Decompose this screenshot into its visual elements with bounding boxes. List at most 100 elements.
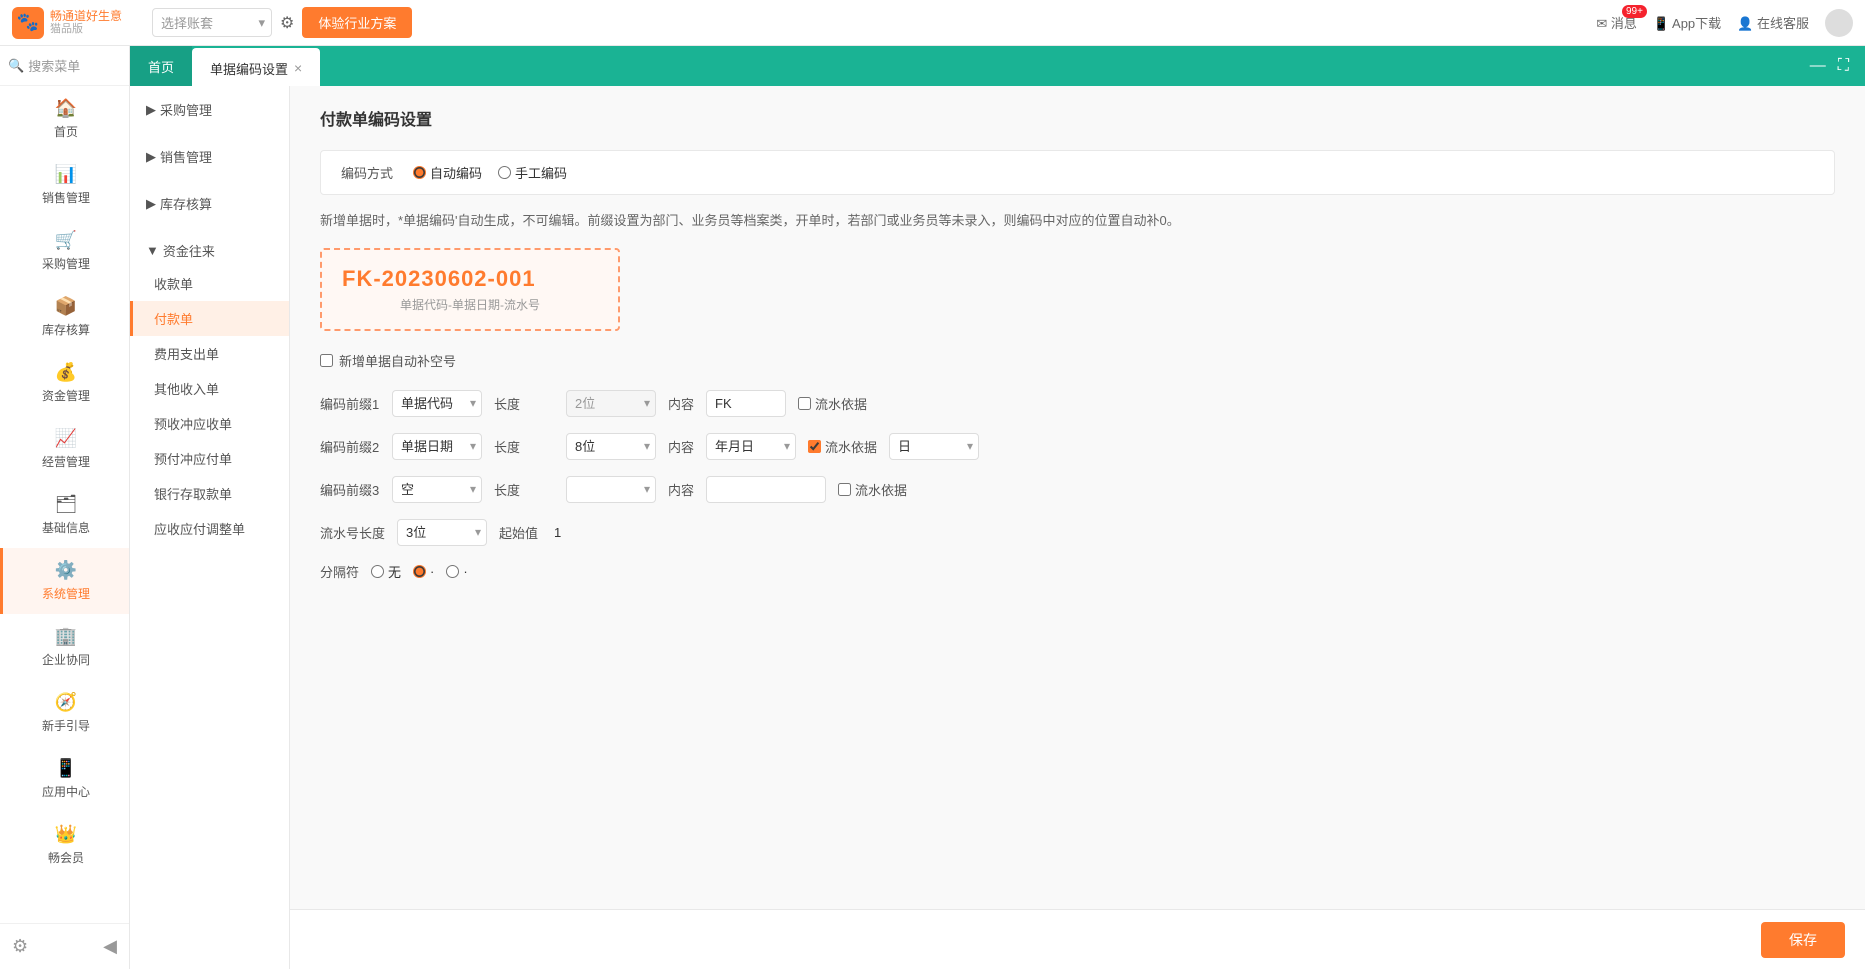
serial-select[interactable]: 3位 4位 5位 bbox=[397, 519, 487, 546]
inventory-icon: 📦 bbox=[55, 296, 77, 317]
tab-encoding-label: 单据编码设置 bbox=[210, 59, 288, 78]
sub-sidebar-item-bank[interactable]: 银行存取款单 bbox=[130, 476, 289, 511]
waterflow1-check[interactable]: 流水依据 bbox=[798, 394, 867, 413]
sub-sidebar-group-title-inventory[interactable]: ▶ 库存核算 bbox=[130, 188, 289, 219]
save-button[interactable]: 保存 bbox=[1761, 922, 1845, 958]
waterflow2-check[interactable]: 流水依据 bbox=[808, 437, 877, 456]
sidebar-item-basic[interactable]: 🗂 基础信息 bbox=[0, 482, 129, 548]
waterflow3-check[interactable]: 流水依据 bbox=[838, 480, 907, 499]
content3-label: 内容 bbox=[668, 480, 694, 499]
auto-fill-checkbox[interactable] bbox=[320, 354, 333, 367]
prefix1-label: 编码前缀1 bbox=[320, 394, 380, 413]
sidebar-collapse-icon[interactable]: ◀ bbox=[103, 936, 117, 957]
sub-sidebar-item-receipt[interactable]: 收款单 bbox=[130, 266, 289, 301]
day-select[interactable]: 日 月 年 bbox=[889, 433, 979, 460]
auto-fill-label: 新增单据自动补空号 bbox=[339, 351, 456, 370]
sub-sidebar-group-title-capital[interactable]: ▼ 资金往来 bbox=[130, 235, 289, 266]
prefix3-select[interactable]: 空 bbox=[392, 476, 482, 503]
sub-sidebar-item-other-income[interactable]: 其他收入单 bbox=[130, 371, 289, 406]
separator-label: 分隔符 bbox=[320, 562, 359, 581]
auto-encode-radio[interactable]: 自动编码 bbox=[413, 163, 482, 182]
tab-maximize-icon[interactable]: ⛶ bbox=[1838, 57, 1849, 75]
sidebar-item-enterprise[interactable]: 🏢 企业协同 bbox=[0, 614, 129, 680]
manual-encode-input[interactable] bbox=[498, 166, 511, 179]
length3-select-wrap bbox=[566, 476, 656, 503]
length3-label: 长度 bbox=[494, 480, 554, 499]
sidebar-item-operations[interactable]: 📈 经营管理 bbox=[0, 416, 129, 482]
chevron-right-icon-inventory: ▶ bbox=[146, 196, 156, 212]
sep-none-input[interactable] bbox=[371, 565, 384, 578]
waterflow1-checkbox[interactable] bbox=[798, 397, 811, 410]
sep-dot2-radio[interactable]: · bbox=[446, 564, 467, 579]
auto-encode-input[interactable] bbox=[413, 166, 426, 179]
waterflow3-checkbox[interactable] bbox=[838, 483, 851, 496]
sidebar-item-label: 系统管理 bbox=[42, 585, 90, 602]
chevron-down-icon-capital: ▼ bbox=[146, 243, 159, 258]
sidebar-item-member[interactable]: 👑 畅会员 bbox=[0, 812, 129, 878]
sub-sidebar-item-payment[interactable]: 付款单 bbox=[130, 301, 289, 336]
avatar[interactable] bbox=[1825, 9, 1853, 37]
service-icon: 👤 bbox=[1737, 16, 1753, 31]
sub-sidebar-item-prepay-pay[interactable]: 预付冲应付单 bbox=[130, 441, 289, 476]
sub-sidebar-item-expense[interactable]: 费用支出单 bbox=[130, 336, 289, 371]
message-icon: ✉ bbox=[1596, 16, 1607, 31]
app-download-btn[interactable]: 📱 App下载 bbox=[1653, 13, 1721, 32]
tab-encoding-settings[interactable]: 单据编码设置 × bbox=[192, 48, 320, 88]
sidebar-item-newguide[interactable]: 🧭 新手引导 bbox=[0, 680, 129, 746]
sidebar-item-appcenter[interactable]: 📱 应用中心 bbox=[0, 746, 129, 812]
sep-none-radio[interactable]: 无 bbox=[371, 562, 401, 581]
sep-dot2-input[interactable] bbox=[446, 565, 459, 578]
manual-encode-radio[interactable]: 手工编码 bbox=[498, 163, 567, 182]
length2-select[interactable]: 8位 bbox=[566, 433, 656, 460]
chevron-right-icon: ▶ bbox=[146, 102, 156, 118]
length3-select[interactable] bbox=[566, 476, 656, 503]
length2-label: 长度 bbox=[494, 437, 554, 456]
page-title: 付款单编码设置 bbox=[320, 106, 1835, 130]
prefix2-select[interactable]: 单据日期 bbox=[392, 433, 482, 460]
sep-dot2-label: · bbox=[463, 564, 467, 579]
content3-input[interactable] bbox=[706, 476, 826, 503]
layout: 🔍 搜索菜单 🏠 首页 📊 销售管理 🛒 采购管理 📦 库存核算 💰 bbox=[0, 0, 1865, 969]
sep-dot1-input[interactable] bbox=[413, 565, 426, 578]
length1-select[interactable]: 2位 bbox=[566, 390, 656, 417]
industry-btn[interactable]: 体验行业方案 bbox=[302, 7, 412, 38]
settings-icon[interactable]: ⚙ bbox=[280, 13, 294, 33]
encoding-method-section: 编码方式 自动编码 手工编码 bbox=[320, 150, 1835, 195]
search-menu-btn[interactable]: 🔍 搜索菜单 bbox=[0, 46, 129, 86]
prefix1-select[interactable]: 单据代码 bbox=[392, 390, 482, 417]
tab-minimize-icon[interactable]: — bbox=[1810, 57, 1826, 75]
sidebar-item-home[interactable]: 🏠 首页 bbox=[0, 86, 129, 152]
length1-label: 长度 bbox=[494, 394, 554, 413]
sep-dot1-label: · bbox=[430, 564, 434, 579]
content2-select-wrap: 年月日 bbox=[706, 433, 796, 460]
content1-input[interactable] bbox=[706, 390, 786, 417]
sub-sidebar-item-adjustment[interactable]: 应收应付调整单 bbox=[130, 511, 289, 546]
sidebar-item-system[interactable]: ⚙️ 系统管理 bbox=[0, 548, 129, 614]
account-select[interactable]: 选择账套 ▾ bbox=[152, 8, 272, 37]
waterflow2-label: 流水依据 bbox=[825, 437, 877, 456]
waterflow2-checkbox[interactable] bbox=[808, 440, 821, 453]
messages-btn[interactable]: ✉ 消息 99+ bbox=[1596, 13, 1637, 32]
basic-icon: 🗂 bbox=[55, 494, 78, 515]
tab-home[interactable]: 首页 bbox=[130, 46, 192, 86]
home-icon: 🏠 bbox=[55, 98, 77, 119]
online-service-btn[interactable]: 👤 在线客服 bbox=[1737, 13, 1809, 32]
sidebar-item-sales[interactable]: 📊 销售管理 bbox=[0, 152, 129, 218]
sidebar-item-inventory[interactable]: 📦 库存核算 bbox=[0, 284, 129, 350]
sidebar-item-finance[interactable]: 💰 资金管理 bbox=[0, 350, 129, 416]
content2-select[interactable]: 年月日 bbox=[706, 433, 796, 460]
settings-gear-icon[interactable]: ⚙ bbox=[12, 936, 28, 957]
tab-close-icon[interactable]: × bbox=[294, 60, 302, 76]
sidebar-nav: 🏠 首页 📊 销售管理 🛒 采购管理 📦 库存核算 💰 资金管理 📈 经 bbox=[0, 86, 129, 923]
sub-sidebar-group-title-purchase[interactable]: ▶ 采购管理 bbox=[130, 94, 289, 125]
messages-label: 消息 bbox=[1611, 16, 1637, 31]
sep-none-label: 无 bbox=[388, 562, 401, 581]
sub-sidebar-group-title-sales[interactable]: ▶ 销售管理 bbox=[130, 141, 289, 172]
sub-sidebar-item-prepay-recv[interactable]: 预收冲应收单 bbox=[130, 406, 289, 441]
logo: 🐾 畅通道好生意 猫品版 bbox=[12, 7, 142, 39]
sidebar-item-purchase[interactable]: 🛒 采购管理 bbox=[0, 218, 129, 284]
messages-badge: 99+ bbox=[1622, 5, 1647, 18]
separator-row: 分隔符 无 · · bbox=[320, 562, 1835, 581]
topbar: 🐾 畅通道好生意 猫品版 选择账套 ▾ ⚙ 体验行业方案 ✉ 消息 99+ 📱 … bbox=[0, 0, 1865, 46]
sep-dot1-radio[interactable]: · bbox=[413, 564, 434, 579]
